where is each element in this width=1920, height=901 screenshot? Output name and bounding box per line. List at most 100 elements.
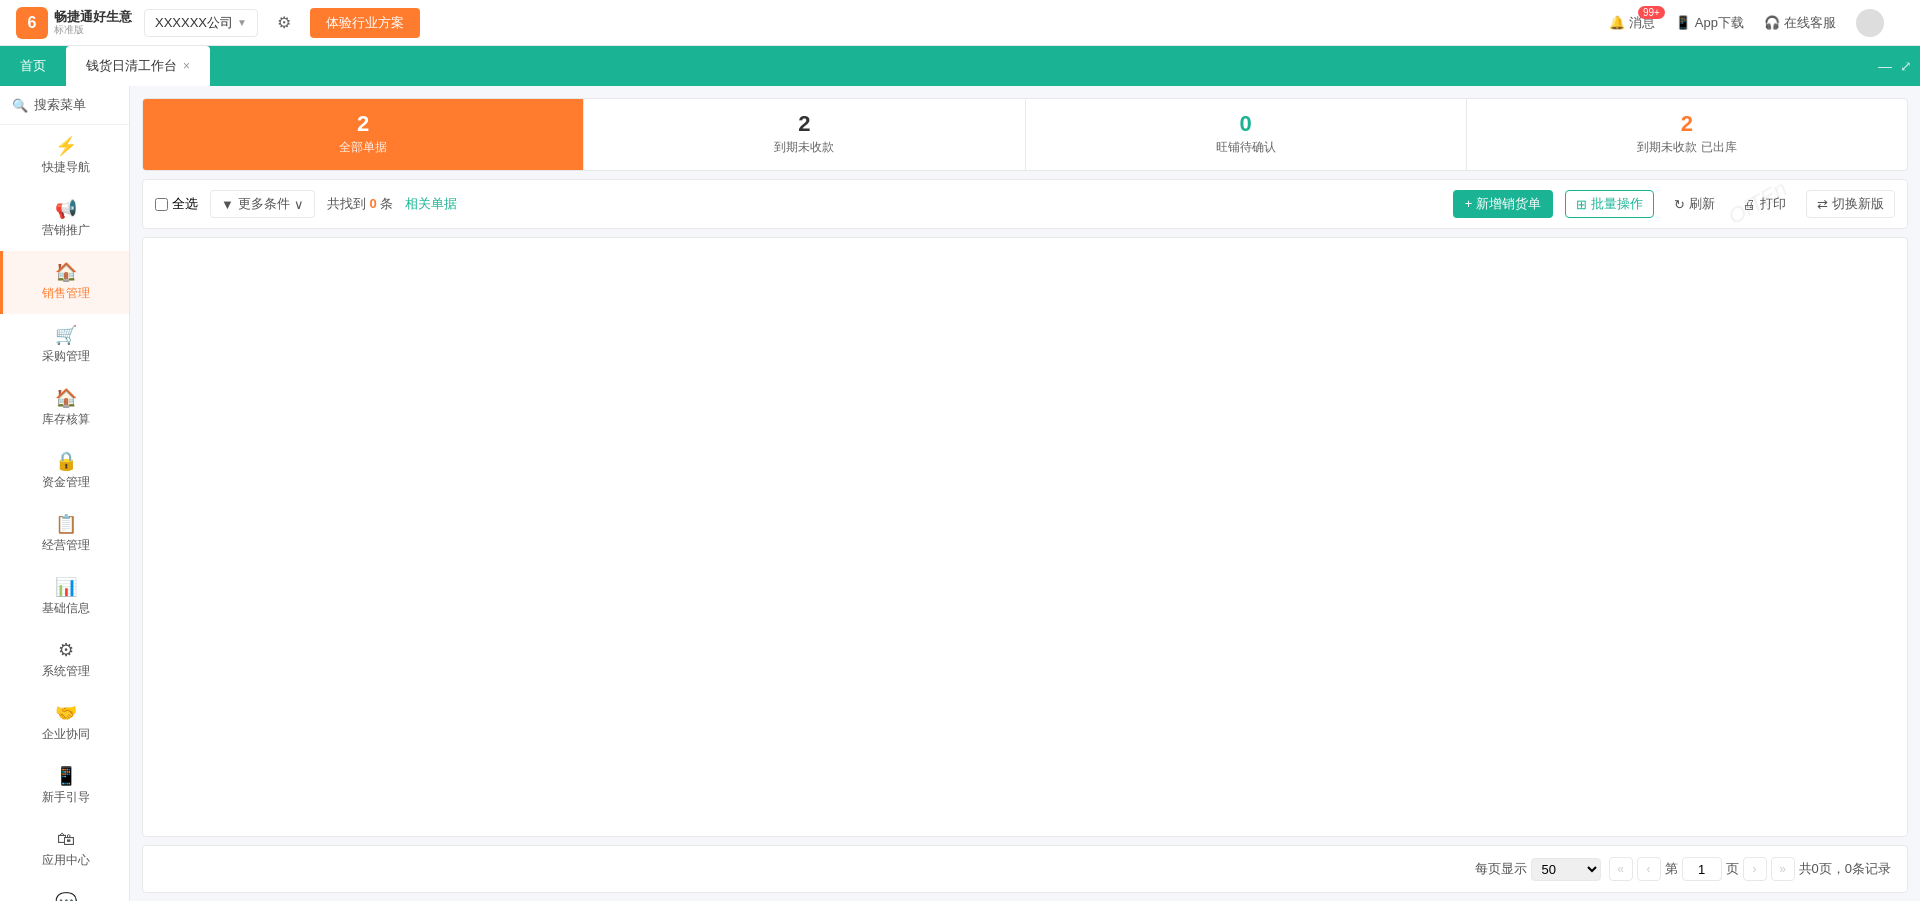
finance-icon: 🔒 [55,452,77,470]
header-right: 🔔 消息 99+ 📱 App下载 🎧 在线客服 [1609,9,1904,37]
sidebar-item-operation[interactable]: 📋 经营管理 [0,503,129,566]
sidebar-label-sales: 销售管理 [42,285,90,302]
sidebar-label-quick-nav: 快捷导航 [42,159,90,176]
sidebar-item-enterprise[interactable]: 🤝 企业协同 [0,692,129,755]
stat-label-overdue: 到期未收款 [604,139,1004,156]
page-size-select: 每页显示 50 10 20 100 [1475,858,1601,881]
toolbar: 全选 ▼ 更多条件 ∨ 共找到 0 条 相关单据 + 新增销货单 ⊞ 批 [142,179,1908,229]
page-prefix: 第 [1665,860,1678,878]
sidebar-label-inventory: 库存核算 [42,411,90,428]
online-service-action[interactable]: 🎧 在线客服 [1764,14,1836,32]
sidebar-search[interactable]: 🔍 搜索菜单 [0,86,129,125]
company-selector[interactable]: XXXXXX公司 ▼ [144,9,258,37]
sidebar-item-system[interactable]: ⚙ 系统管理 [0,629,129,692]
message-badge: 99+ [1638,6,1665,19]
message-action[interactable]: 🔔 消息 99+ [1609,14,1655,32]
basic-info-icon: 📊 [55,578,77,596]
stat-card-overdue[interactable]: 2 到期未收款 [584,99,1025,170]
batch-button[interactable]: ⊞ 批量操作 [1565,190,1654,218]
refresh-icon: ↻ [1674,197,1685,212]
print-button[interactable]: 🖨 打印 [1735,191,1794,217]
sidebar-label-system: 系统管理 [42,663,90,680]
avatar[interactable] [1856,9,1884,37]
found-count: 0 [370,196,377,211]
select-all-checkbox[interactable]: 全选 [155,195,198,213]
sidebar-label-operation: 经营管理 [42,537,90,554]
pagination: 每页显示 50 10 20 100 « ‹ 第 页 › » 共0页，0条记录 [142,845,1908,893]
page-nav: « ‹ 第 页 › » 共0页，0条记录 [1609,857,1891,881]
next-page-button[interactable]: › [1743,857,1767,881]
stat-card-all[interactable]: 2 全部单据 [143,99,584,170]
page-input[interactable] [1682,857,1722,881]
sidebar-item-finance[interactable]: 🔒 资金管理 [0,440,129,503]
filter-button[interactable]: ▼ 更多条件 ∨ [210,190,315,218]
enterprise-icon: 🤝 [55,704,77,722]
last-page-button[interactable]: » [1771,857,1795,881]
sidebar: 🔍 搜索菜单 ⚡ 快捷导航 📢 营销推广 🏠 销售管理 🛒 采购管理 🏠 库存核… [0,86,130,901]
main-layout: 🔍 搜索菜单 ⚡ 快捷导航 📢 营销推广 🏠 销售管理 🛒 采购管理 🏠 库存核… [0,86,1920,901]
tab-bar-actions: — ⤢ [1878,58,1920,74]
sidebar-label-basic-info: 基础信息 [42,600,90,617]
minimize-icon[interactable]: — [1878,58,1892,74]
batch-label: 批量操作 [1591,195,1643,213]
refresh-label: 刷新 [1689,195,1715,213]
sidebar-item-purchase[interactable]: 🛒 采购管理 [0,314,129,377]
empty-content [143,238,1907,836]
filter-icon: ▼ [221,197,234,212]
sidebar-label-marketing: 营销推广 [42,222,90,239]
wechat-icon: 💬 [55,893,77,901]
sidebar-item-inventory[interactable]: 🏠 库存核算 [0,377,129,440]
batch-icon: ⊞ [1576,197,1587,212]
sidebar-item-marketing[interactable]: 📢 营销推广 [0,188,129,251]
company-name: XXXXXX公司 [155,14,233,32]
switch-icon: ⇄ [1817,197,1828,212]
found-text: 共找到 0 条 [327,195,393,213]
download-icon: 📱 [1675,15,1691,30]
stat-card-not-out[interactable]: 2 到期未收款 已出库 [1467,99,1907,170]
logo-text: 畅捷通好生意 标准版 [54,9,132,37]
new-sale-button[interactable]: + 新增销货单 [1453,190,1553,218]
stat-label-all: 全部单据 [163,139,563,156]
inventory-icon: 🏠 [55,389,77,407]
top-header: 6 畅捷通好生意 标准版 XXXXXX公司 ▼ ⚙ 体验行业方案 🔔 消息 99… [0,0,1920,46]
search-icon: 🔍 [12,98,28,113]
page-suffix: 页 [1726,860,1739,878]
logo-area: 6 畅捷通好生意 标准版 [16,7,132,39]
logo-icon: 6 [16,7,48,39]
total-text: 共0页，0条记录 [1799,860,1891,878]
sidebar-item-guide[interactable]: 📱 新手引导 [0,755,129,818]
select-all-input[interactable] [155,198,168,211]
maximize-icon[interactable]: ⤢ [1900,58,1912,74]
filter-label: 更多条件 [238,195,290,213]
sidebar-label-app-center: 应用中心 [42,852,90,869]
tab-active[interactable]: 钱货日清工作台 × [66,46,210,86]
switch-version-button[interactable]: ⇄ 切换新版 [1806,190,1895,218]
sidebar-label-guide: 新手引导 [42,789,90,806]
stat-num-pending: 0 [1046,113,1446,135]
prev-page-button[interactable]: ‹ [1637,857,1661,881]
app-download-action[interactable]: 📱 App下载 [1675,14,1744,32]
toolbar-right: + 新增销货单 ⊞ 批量操作 ↻ 刷新 🖨 打印 ⇄ 切换新版 [1453,190,1895,218]
stat-num-not-out: 2 [1487,113,1887,135]
refresh-button[interactable]: ↻ 刷新 [1666,191,1723,217]
sidebar-item-quick-nav[interactable]: ⚡ 快捷导航 [0,125,129,188]
search-label: 搜索菜单 [34,96,86,114]
stat-num-overdue: 2 [604,113,1004,135]
related-link[interactable]: 相关单据 [405,195,457,213]
sidebar-item-basic-info[interactable]: 📊 基础信息 [0,566,129,629]
tab-close-icon[interactable]: × [183,59,190,73]
settings-icon[interactable]: ⚙ [270,9,298,37]
sidebar-item-wechat[interactable]: 💬 企业微信 [0,881,129,901]
found-prefix: 共找到 [327,196,366,211]
first-page-button[interactable]: « [1609,857,1633,881]
toolbar-left: 全选 ▼ 更多条件 ∨ 共找到 0 条 相关单据 [155,190,1441,218]
try-industry-button[interactable]: 体验行业方案 [310,8,420,38]
stat-card-pending[interactable]: 0 旺铺待确认 [1026,99,1467,170]
sidebar-item-sales[interactable]: 🏠 销售管理 [0,251,129,314]
tab-home[interactable]: 首页 [0,46,66,86]
sidebar-label-enterprise: 企业协同 [42,726,90,743]
filter-arrow-icon: ∨ [294,197,304,212]
sidebar-item-app-center[interactable]: 🛍 应用中心 [0,818,129,881]
page-size-dropdown[interactable]: 50 10 20 100 [1531,858,1601,881]
stat-label-pending: 旺铺待确认 [1046,139,1446,156]
